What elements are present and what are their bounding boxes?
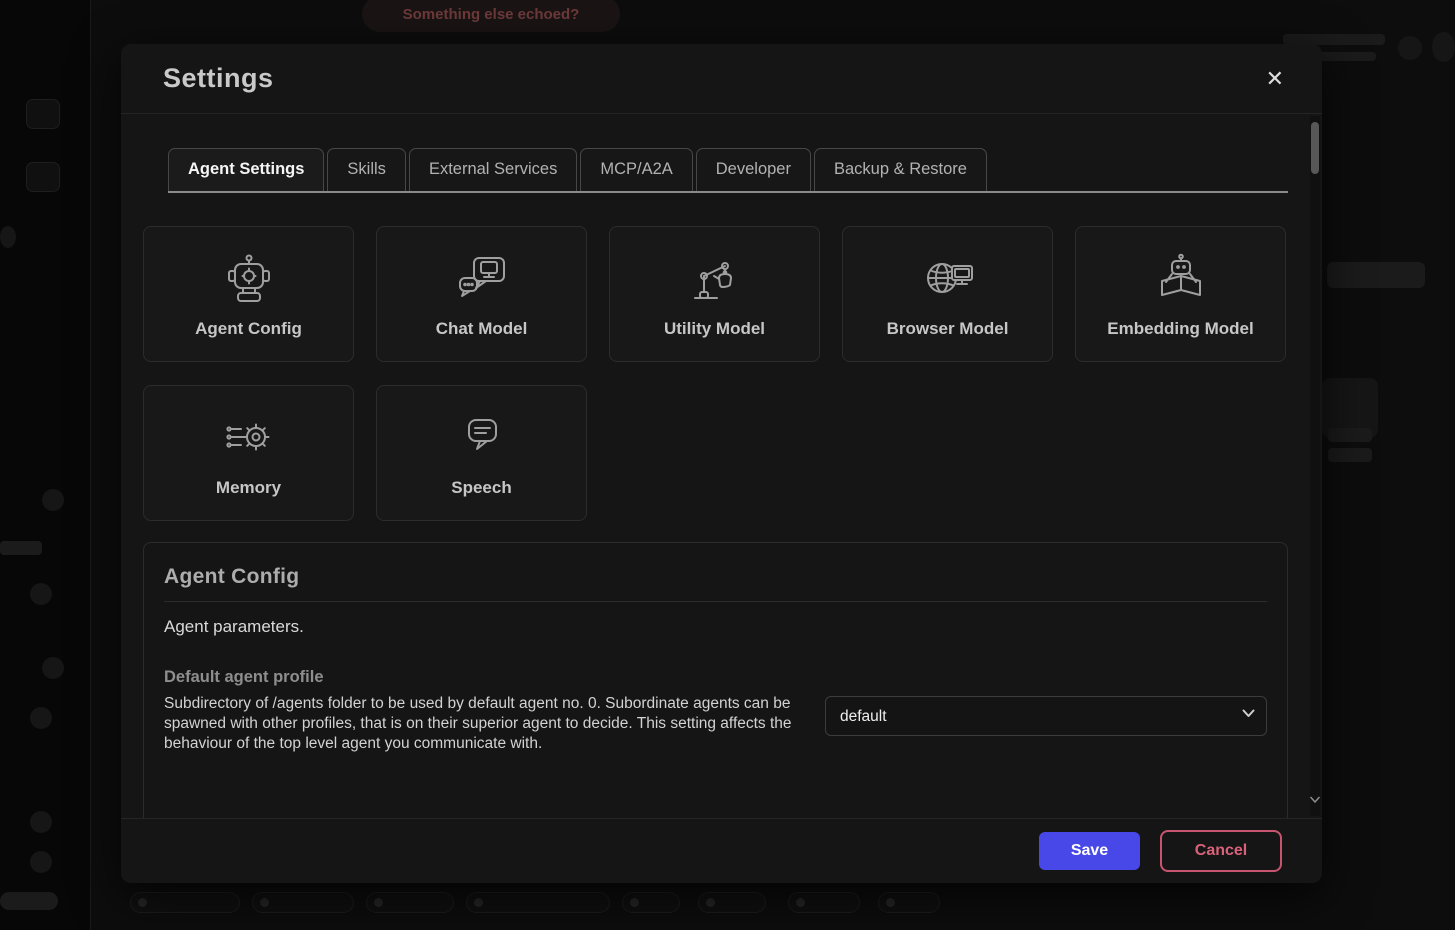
robot-reading-icon xyxy=(1149,250,1213,306)
card-speech[interactable]: Speech xyxy=(376,385,587,521)
background-sidebar-icon xyxy=(42,489,64,511)
globe-monitor-icon xyxy=(916,250,980,306)
field-default-agent-profile: Default agent profile Subdirectory of /a… xyxy=(164,668,1267,754)
panel-subtitle: Agent parameters. xyxy=(164,617,1267,637)
card-browser-model[interactable]: Browser Model xyxy=(842,226,1053,362)
cancel-button[interactable]: Cancel xyxy=(1160,830,1282,872)
settings-tabs: Agent Settings Skills External Services … xyxy=(168,148,1288,193)
background-sidebar-icon xyxy=(30,851,52,873)
modal-scrollbar[interactable] xyxy=(1310,116,1320,816)
background-sidebar xyxy=(0,0,91,930)
scroll-down-icon[interactable] xyxy=(1310,796,1320,810)
background-right-widget xyxy=(1328,428,1372,442)
robot-arm-icon xyxy=(683,250,747,306)
background-right-widget xyxy=(1327,262,1425,288)
background-sidebar-icon xyxy=(0,226,16,248)
card-label: Speech xyxy=(451,478,511,498)
background-sidebar-icon xyxy=(30,707,52,729)
memory-chip-gear-icon xyxy=(217,409,281,465)
card-utility-model[interactable]: Utility Model xyxy=(609,226,820,362)
card-label: Chat Model xyxy=(436,319,528,339)
settings-nav-cards: Agent Config Chat Model xyxy=(143,226,1288,521)
background-chip xyxy=(366,892,454,913)
panel-title: Agent Config xyxy=(164,565,1267,589)
background-chip xyxy=(698,892,766,913)
background-sidebar-button xyxy=(26,99,60,129)
tab-skills[interactable]: Skills xyxy=(327,148,406,191)
modal-title: Settings xyxy=(163,63,274,94)
chat-bubbles-icon xyxy=(450,250,514,306)
background-sidebar-icon xyxy=(30,811,52,833)
background-chip xyxy=(466,892,610,913)
panel-divider xyxy=(164,601,1267,602)
save-button[interactable]: Save xyxy=(1039,832,1140,870)
tab-developer[interactable]: Developer xyxy=(696,148,811,191)
background-sidebar-label xyxy=(0,541,42,555)
speech-bubble-icon xyxy=(450,409,514,465)
card-label: Embedding Model xyxy=(1107,319,1253,339)
background-toast-text: Something else echoed? xyxy=(403,6,580,23)
modal-body: Agent Settings Skills External Services … xyxy=(121,114,1322,818)
card-chat-model[interactable]: Chat Model xyxy=(376,226,587,362)
close-icon[interactable]: ✕ xyxy=(1266,68,1284,90)
tab-mcp-a2a[interactable]: MCP/A2A xyxy=(580,148,692,191)
field-description: Subdirectory of /agents folder to be use… xyxy=(164,694,792,754)
tab-backup-restore[interactable]: Backup & Restore xyxy=(814,148,987,191)
background-chip xyxy=(622,892,680,913)
card-memory[interactable]: Memory xyxy=(143,385,354,521)
modal-header: Settings ✕ xyxy=(121,44,1322,114)
card-label: Browser Model xyxy=(887,319,1009,339)
settings-modal: Settings ✕ Agent Settings Skills Externa… xyxy=(121,44,1322,883)
background-right-widget xyxy=(1328,448,1372,462)
card-label: Memory xyxy=(216,478,281,498)
default-agent-profile-select[interactable]: default xyxy=(825,696,1267,736)
background-sidebar-button xyxy=(26,162,60,192)
background-avatar xyxy=(1432,32,1455,62)
background-sidebar-label xyxy=(0,892,58,910)
background-chip xyxy=(252,892,354,913)
card-embedding-model[interactable]: Embedding Model xyxy=(1075,226,1286,362)
background-sidebar-icon xyxy=(42,657,64,679)
field-label: Default agent profile xyxy=(164,668,804,687)
background-chip xyxy=(788,892,860,913)
card-agent-config[interactable]: Agent Config xyxy=(143,226,354,362)
tab-external-services[interactable]: External Services xyxy=(409,148,577,191)
field-control: default xyxy=(825,668,1267,754)
field-text: Default agent profile Subdirectory of /a… xyxy=(164,668,804,754)
tab-agent-settings[interactable]: Agent Settings xyxy=(168,148,324,191)
agent-config-panel: Agent Config Agent parameters. Default a… xyxy=(143,542,1288,818)
robot-head-icon xyxy=(217,250,281,306)
background-chip xyxy=(130,892,240,913)
background-toast: Something else echoed? xyxy=(362,0,620,32)
modal-footer: Save Cancel xyxy=(121,818,1322,883)
card-label: Agent Config xyxy=(195,319,302,339)
background-sidebar-icon xyxy=(30,583,52,605)
background-chip xyxy=(878,892,940,913)
card-label: Utility Model xyxy=(664,319,765,339)
background-avatar xyxy=(1398,36,1422,60)
scrollbar-thumb[interactable] xyxy=(1311,122,1319,174)
